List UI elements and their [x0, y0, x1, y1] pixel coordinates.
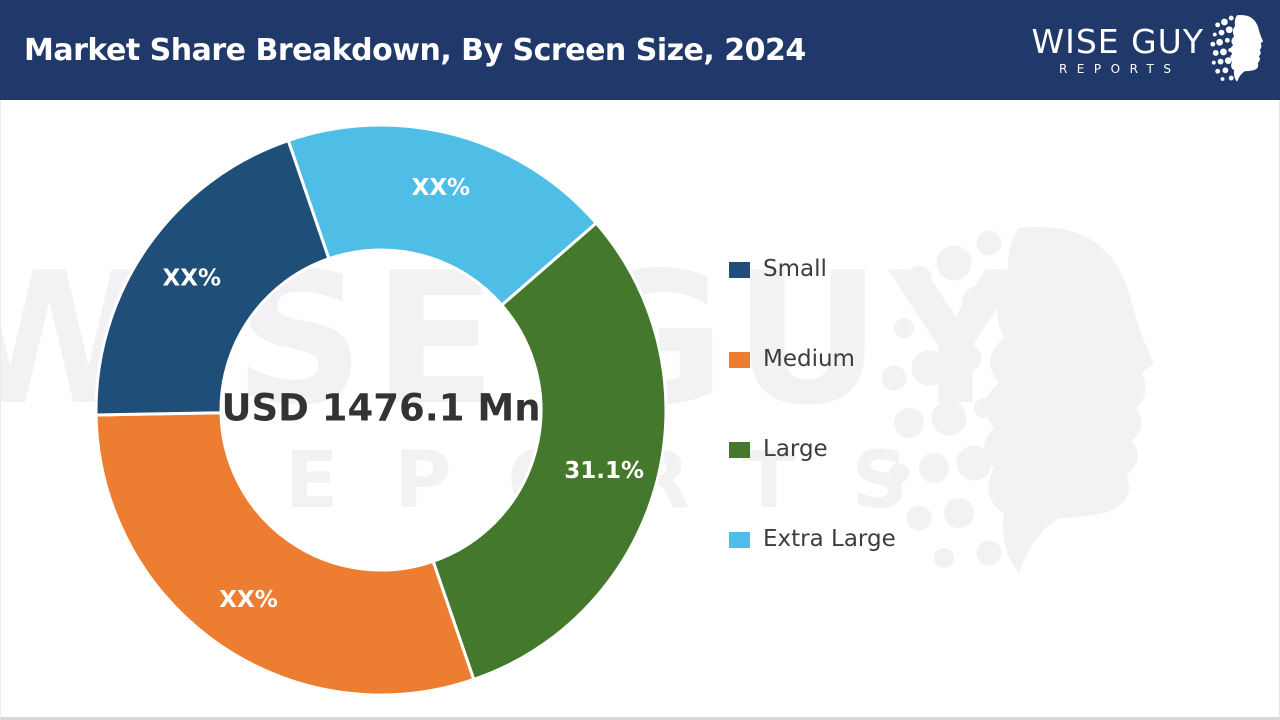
legend-item-medium: Medium [729, 345, 896, 374]
chart-center-value: USD 1476.1 Mn [221, 386, 541, 430]
slice-label-extra-large: XX% [412, 175, 471, 201]
legend-item-small: Small [729, 255, 896, 284]
legend-swatch-extra-large [729, 531, 750, 548]
brand-name: WISE GUY [1031, 22, 1204, 61]
slice-label-medium: XX% [219, 587, 278, 613]
donut-chart: XX% 31.1% XX% XX% [94, 123, 668, 697]
chart-area: WISE GUY REPORTS XX%31.1%XX%XX% USD 1476… [0, 100, 1280, 720]
chart-legend: Small Medium Large Extra Large [729, 255, 896, 554]
page-title: Market Share Breakdown, By Screen Size, … [24, 32, 806, 68]
donut-segment-medium [94, 411, 476, 697]
legend-label-medium: Medium [763, 345, 855, 372]
page: Market Share Breakdown, By Screen Size, … [0, 0, 1280, 720]
brand-subtitle: REPORTS [1058, 62, 1181, 76]
legend-swatch-small [729, 261, 750, 278]
brand-logo-text: WISE GUY REPORTS [1031, 25, 1204, 75]
legend-swatch-medium [729, 351, 750, 368]
slice-label-large: 31.1% [564, 458, 644, 484]
legend-label-small: Small [763, 255, 827, 282]
legend-label-extra-large: Extra Large [763, 525, 896, 552]
brand-face-icon [1210, 14, 1264, 82]
legend-item-extra-large: Extra Large [729, 525, 896, 554]
header: Market Share Breakdown, By Screen Size, … [0, 0, 1280, 100]
brand-logo: WISE GUY REPORTS [1031, 9, 1266, 91]
legend-swatch-large [729, 441, 750, 458]
legend-item-large: Large [729, 435, 896, 464]
legend-label-large: Large [763, 435, 828, 462]
slice-label-small: XX% [163, 266, 222, 292]
donut-segment-large [431, 221, 668, 681]
